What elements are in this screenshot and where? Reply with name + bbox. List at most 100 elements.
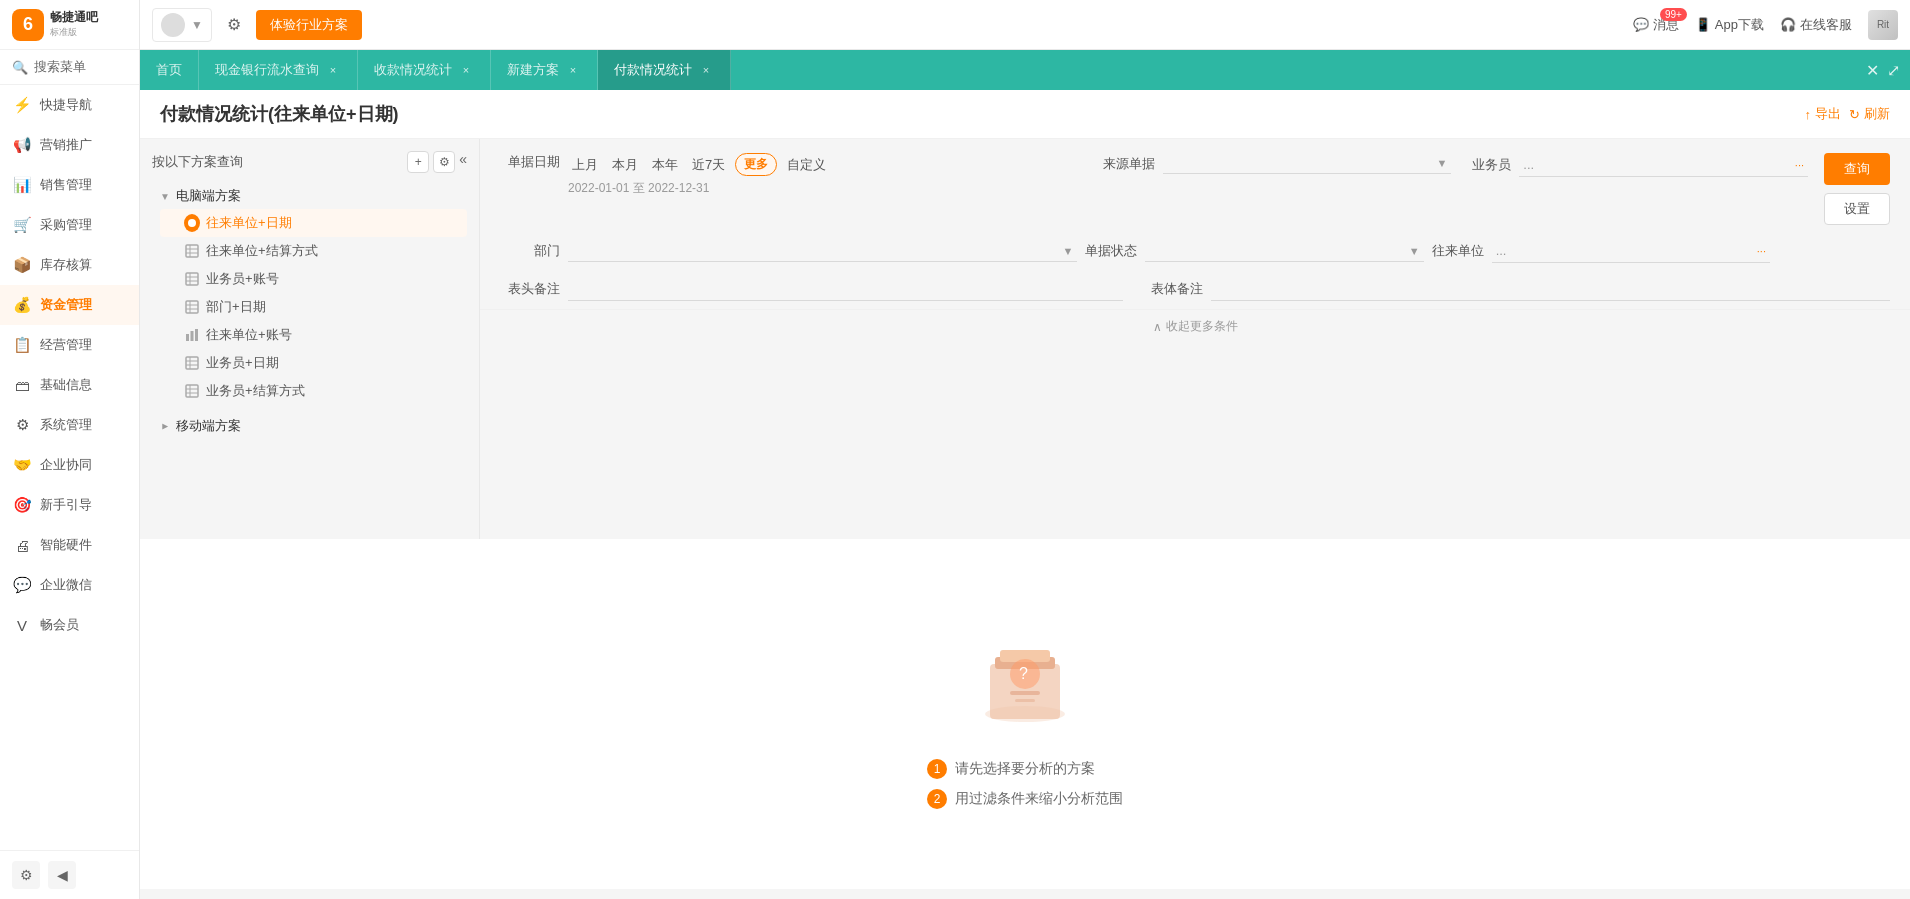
- partner-label: 往来单位: [1424, 242, 1484, 260]
- export-button[interactable]: ↑ 导出: [1805, 105, 1842, 123]
- date-btn-this-month[interactable]: 本月: [608, 154, 642, 176]
- topbar-settings-btn[interactable]: ⚙: [220, 11, 248, 39]
- user-info[interactable]: ▼: [152, 8, 212, 42]
- sidebar-item-quick-nav[interactable]: ⚡ 快捷导航: [0, 85, 139, 125]
- table-icon: [184, 355, 200, 371]
- sidebar-item-vip[interactable]: V 畅会员: [0, 605, 139, 645]
- export-icon: ↑: [1805, 107, 1812, 122]
- sidebar-item-purchase[interactable]: 🛒 采购管理: [0, 205, 139, 245]
- collapse-conditions-btn[interactable]: ∧ 收起更多条件: [480, 309, 1910, 343]
- svg-rect-15: [195, 329, 198, 341]
- tab-payment-stats[interactable]: 付款情况统计 ×: [598, 50, 731, 90]
- partner-arrow: ···: [1757, 245, 1766, 257]
- sidebar-item-inventory[interactable]: 📦 库存核算: [0, 245, 139, 285]
- sidebar-item-guide[interactable]: 🎯 新手引导: [0, 485, 139, 525]
- svg-rect-30: [1010, 691, 1040, 695]
- scheme-item-label: 往来单位+账号: [206, 326, 292, 344]
- search-menu[interactable]: 🔍 搜索菜单: [0, 50, 139, 85]
- tip-num-1: 1: [927, 759, 947, 779]
- trial-button[interactable]: 体验行业方案: [256, 10, 362, 40]
- tab-bank-flow[interactable]: 现金银行流水查询 ×: [199, 50, 358, 90]
- sidebar-item-operations[interactable]: 📋 经营管理: [0, 325, 139, 365]
- tab-expand-btn[interactable]: ⤢: [1887, 61, 1900, 80]
- nav-label: 经营管理: [40, 336, 92, 354]
- tab-payment-stats-close[interactable]: ×: [698, 62, 714, 78]
- sidebar-item-basic-info[interactable]: 🗃 基础信息: [0, 365, 139, 405]
- sidebar-item-hardware[interactable]: 🖨 智能硬件: [0, 525, 139, 565]
- sidebar-item-marketing[interactable]: 📢 营销推广: [0, 125, 139, 165]
- tab-close-all-btn[interactable]: ✕: [1866, 61, 1879, 80]
- operations-icon: 📋: [12, 335, 32, 355]
- tab-new-scheme[interactable]: 新建方案 ×: [491, 50, 598, 90]
- nav-label: 企业协同: [40, 456, 92, 474]
- scheme-item-partner-date[interactable]: 往来单位+日期: [160, 209, 467, 237]
- scheme-item-staff-settle[interactable]: 业务员+结算方式: [160, 377, 467, 405]
- table-header-note-input[interactable]: [568, 277, 1123, 301]
- scheme-item-partner-settle[interactable]: 往来单位+结算方式: [160, 237, 467, 265]
- svg-rect-20: [186, 385, 198, 397]
- scheme-item-dept-date[interactable]: 部门+日期: [160, 293, 467, 321]
- sidebar-item-sales[interactable]: 📊 销售管理: [0, 165, 139, 205]
- message-action[interactable]: 💬 消息 99+: [1633, 16, 1679, 34]
- table-body-note-input[interactable]: [1211, 277, 1890, 301]
- top-bar: ▼ ⚙ 体验行业方案 💬 消息 99+ 📱 App下载 🎧 在线客服: [140, 0, 1910, 50]
- wechat-icon: 💬: [12, 575, 32, 595]
- doc-status-select[interactable]: ▼: [1145, 241, 1423, 262]
- app-download-action[interactable]: 📱 App下载: [1695, 16, 1764, 34]
- marketing-icon: 📢: [12, 135, 32, 155]
- svg-rect-16: [186, 357, 198, 369]
- tab-receipt-stats-close[interactable]: ×: [458, 62, 474, 78]
- collapse-chevron-icon: ∧: [1153, 320, 1162, 334]
- partner-select[interactable]: ... ···: [1492, 239, 1770, 263]
- tab-bank-flow-close[interactable]: ×: [325, 62, 341, 78]
- user-info-text: ▼: [191, 18, 203, 32]
- settings-config-button[interactable]: 设置: [1824, 193, 1890, 225]
- scheme-item-partner-account[interactable]: 往来单位+账号: [160, 321, 467, 349]
- collapse-label: 收起更多条件: [1166, 318, 1238, 335]
- scheme-add-btn[interactable]: +: [407, 151, 429, 173]
- sidebar-item-wechat[interactable]: 💬 企业微信: [0, 565, 139, 605]
- date-btn-custom[interactable]: 自定义: [783, 154, 830, 176]
- date-btn-last-month[interactable]: 上月: [568, 154, 602, 176]
- sidebar-item-finance[interactable]: 💰 资金管理: [0, 285, 139, 325]
- online-service-action[interactable]: 🎧 在线客服: [1780, 16, 1852, 34]
- scheme-group-desktop-header[interactable]: ▼ 电脑端方案: [152, 183, 467, 209]
- scheme-item-staff-account[interactable]: 业务员+账号: [160, 265, 467, 293]
- tab-new-scheme-close[interactable]: ×: [565, 62, 581, 78]
- refresh-button[interactable]: ↻ 刷新: [1849, 105, 1890, 123]
- guide-icon: 🎯: [12, 495, 32, 515]
- svg-rect-1: [186, 245, 198, 257]
- date-btn-more[interactable]: 更多: [735, 153, 777, 176]
- dept-select[interactable]: ▼: [568, 241, 1077, 262]
- svg-rect-14: [191, 331, 194, 341]
- query-button[interactable]: 查询: [1824, 153, 1890, 185]
- company-icon: 🤝: [12, 455, 32, 475]
- svg-rect-9: [186, 301, 198, 313]
- salesperson-select[interactable]: ... ···: [1519, 153, 1808, 177]
- user-thumbnail[interactable]: Rit: [1868, 10, 1898, 40]
- purchase-icon: 🛒: [12, 215, 32, 235]
- sidebar-item-company[interactable]: 🤝 企业协同: [0, 445, 139, 485]
- nav-label: 智能硬件: [40, 536, 92, 554]
- page-content: 付款情况统计(往来单位+日期) ↑ 导出 ↻ 刷新: [140, 90, 1910, 899]
- date-btn-this-year[interactable]: 本年: [648, 154, 682, 176]
- sidebar-item-system[interactable]: ⚙ 系统管理: [0, 405, 139, 445]
- date-btn-last-7[interactable]: 近7天: [688, 154, 729, 176]
- page-header: 付款情况统计(往来单位+日期) ↑ 导出 ↻ 刷新: [140, 90, 1910, 139]
- tab-receipt-stats[interactable]: 收款情况统计 ×: [358, 50, 491, 90]
- scheme-settings-btn[interactable]: ⚙: [433, 151, 455, 173]
- table-header-note-label: 表头备注: [500, 280, 560, 298]
- source-doc-select[interactable]: ▼: [1163, 153, 1452, 174]
- nav-label: 资金管理: [40, 296, 92, 314]
- scheme-item-staff-date[interactable]: 业务员+日期: [160, 349, 467, 377]
- tab-home[interactable]: 首页: [140, 50, 199, 90]
- scheme-collapse-btn[interactable]: «: [459, 151, 467, 173]
- footer-collapse-btn[interactable]: ◀: [48, 861, 76, 889]
- table-icon: [184, 383, 200, 399]
- page-title: 付款情况统计(往来单位+日期): [160, 102, 399, 126]
- scheme-group-mobile-header[interactable]: ▼ 移动端方案: [152, 413, 467, 439]
- nav-label: 畅会员: [40, 616, 79, 634]
- footer-settings-btn[interactable]: ⚙: [12, 861, 40, 889]
- dept-label: 部门: [500, 242, 560, 260]
- sidebar-nav: ⚡ 快捷导航 📢 营销推广 📊 销售管理 🛒 采购管理 📦 库存核算 💰: [0, 85, 139, 850]
